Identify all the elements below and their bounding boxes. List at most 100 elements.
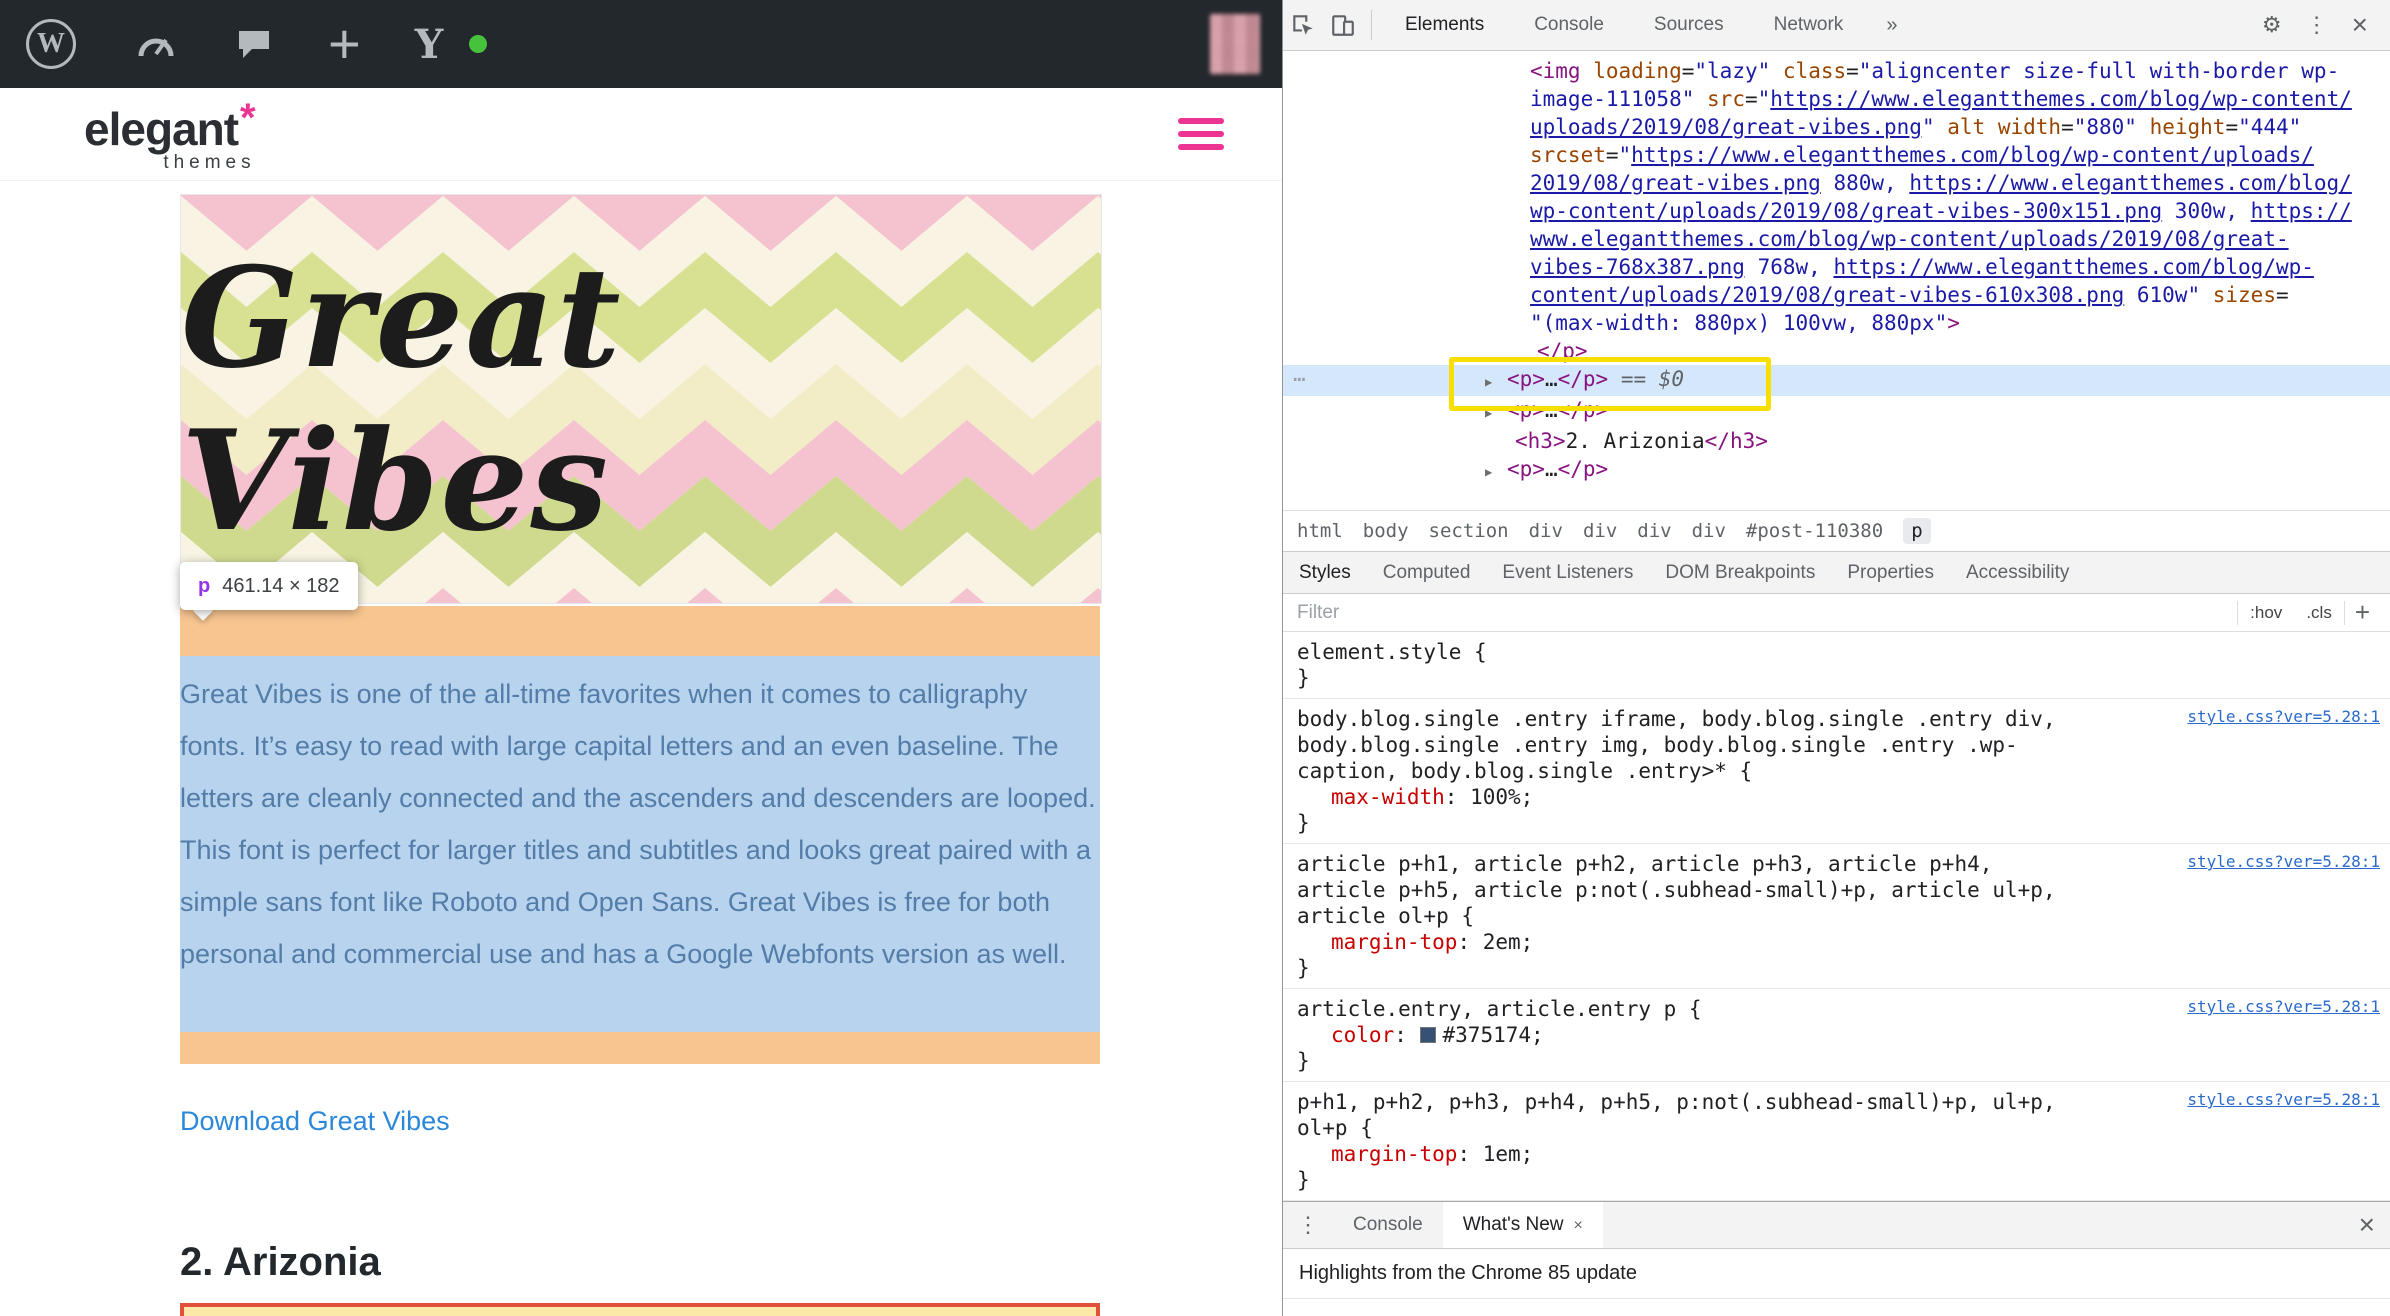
dom-tree-row[interactable]: srcset="https://www.elegantthemes.com/bl… (1283, 141, 2390, 169)
css-property[interactable]: color: #375174; (1297, 1022, 2390, 1048)
code-token: <p> (1507, 367, 1545, 391)
stylesheet-link[interactable]: style.css?ver=5.28:1 (2187, 707, 2380, 726)
tab-elements[interactable]: Elements (1380, 0, 1509, 50)
breadcrumb-item[interactable]: body (1363, 520, 1409, 542)
breadcrumb-item[interactable]: #post-110380 (1746, 520, 1883, 542)
code-token: <h3> (1515, 429, 1566, 453)
tab-event-listeners[interactable]: Event Listeners (1486, 552, 1649, 593)
dom-tree-row[interactable]: <h3>2. Arizonia</h3> (1283, 427, 2390, 455)
stylesheet-link[interactable]: style.css?ver=5.28:1 (2187, 997, 2380, 1016)
dom-tree-row[interactable]: ▶ <p>…</p> (1283, 455, 2390, 486)
code-token: "lazy" (1694, 59, 1771, 83)
overflow-menu-icon[interactable]: ⋯ (1293, 365, 1308, 393)
whats-new-headline[interactable]: Highlights from the Chrome 85 update (1283, 1249, 2390, 1299)
dom-tree-row[interactable]: "(max-width: 880px) 100vw, 880px"> (1283, 309, 2390, 337)
drawer-tab-what-s-new[interactable]: What's New × (1442, 1202, 1603, 1248)
css-property-value: 100%; (1470, 785, 1534, 809)
css-selector[interactable]: element.style { (1297, 639, 2390, 665)
dom-tree-row[interactable]: <img loading="lazy" class="aligncenter s… (1283, 57, 2390, 85)
element-classes-toggle[interactable]: .cls (2294, 603, 2344, 623)
code-token: height (2149, 115, 2226, 139)
tab-dom-breakpoints[interactable]: DOM Breakpoints (1649, 552, 1831, 593)
dom-tree-row[interactable]: www.elegantthemes.com/blog/wp-content/up… (1283, 225, 2390, 253)
drawer-tab-console[interactable]: Console (1333, 1202, 1443, 1248)
css-selector[interactable]: article ol+p { (1297, 903, 2390, 929)
settings-gear-icon[interactable]: ⚙ (2250, 12, 2294, 38)
color-swatch-icon[interactable] (1419, 1027, 1436, 1043)
inspect-element-icon[interactable] (1283, 0, 1323, 50)
margin-highlight-top (180, 606, 1100, 656)
css-selector[interactable]: article p+h5, article p:not(.subhead-sma… (1297, 877, 2390, 903)
article-paragraph: Great Vibes is one of the all-time favor… (180, 679, 1096, 969)
dom-tree-row[interactable]: </p> (1283, 337, 2390, 365)
dom-tree-row[interactable]: wp-content/uploads/2019/08/great-vibes-3… (1283, 197, 2390, 225)
css-closing-brace: } (1297, 1168, 1310, 1192)
code-token: "(max-width: 880px) 100vw, 880px" (1530, 311, 1948, 335)
css-selector[interactable]: caption, body.blog.single .entry>* { (1297, 758, 2390, 784)
code-token: content/uploads/2019/08/great-vibes-610x… (1530, 283, 2125, 307)
comments-icon[interactable] (236, 0, 274, 88)
dom-tree-row[interactable]: vibes-768x387.png 768w, https://www.eleg… (1283, 253, 2390, 281)
css-selector[interactable]: body.blog.single .entry img, body.blog.s… (1297, 732, 2390, 758)
stats-gauge-icon[interactable] (136, 0, 176, 88)
tab-sources[interactable]: Sources (1629, 0, 1749, 50)
css-property[interactable]: margin-top: 1em; (1297, 1141, 2390, 1167)
expand-arrow-icon[interactable]: ▶ (1485, 399, 1507, 427)
tab-computed[interactable]: Computed (1367, 552, 1487, 593)
yoast-seo-icon[interactable]: Y (415, 0, 444, 88)
dom-tree-row[interactable]: content/uploads/2019/08/great-vibes-610x… (1283, 281, 2390, 309)
download-link[interactable]: Download Great Vibes (180, 1106, 450, 1137)
elements-tree: <img loading="lazy" class="aligncenter s… (1283, 51, 2390, 510)
code-token: </p> (1537, 339, 1588, 363)
close-devtools-icon[interactable]: × (2340, 9, 2380, 41)
stylesheet-link[interactable]: style.css?ver=5.28:1 (2187, 852, 2380, 871)
breadcrumb-item[interactable]: div (1637, 520, 1671, 542)
dom-tree-row[interactable]: ⋯ ▶ <p>…</p> == $0 (1283, 365, 2390, 396)
expand-arrow-icon[interactable]: ▶ (1485, 368, 1507, 396)
next-article-image (180, 1303, 1100, 1316)
logo-word: elegant (84, 103, 239, 155)
dom-tree-row[interactable]: ▶ <p>…</p> (1283, 396, 2390, 427)
tab-accessibility[interactable]: Accessibility (1950, 552, 2085, 593)
close-tab-icon[interactable]: × (1573, 1217, 1582, 1234)
code-token: … (1544, 398, 1558, 422)
breadcrumb-item[interactable]: html (1297, 520, 1343, 542)
new-content-icon[interactable]: + (328, 0, 361, 88)
wordpress-logo-icon[interactable]: W (0, 0, 76, 88)
dom-tree-row[interactable]: image-111058" src="https://www.elegantth… (1283, 85, 2390, 113)
breadcrumb: html body section div div div div #post-110380 p (1283, 510, 2390, 551)
inspect-tooltip: p 461.14 × 182 (180, 562, 358, 610)
close-drawer-icon[interactable]: × (2343, 1209, 2390, 1241)
dom-tree-row[interactable]: 2019/08/great-vibes.png 880w, https://ww… (1283, 169, 2390, 197)
breadcrumb-item[interactable]: div (1692, 520, 1726, 542)
menu-hamburger-icon[interactable] (1178, 118, 1224, 157)
drawer-menu-icon[interactable]: ⋮ (1283, 1212, 1333, 1238)
hamburger-bar (1178, 144, 1224, 150)
expand-arrow-icon[interactable]: ▶ (1485, 458, 1507, 486)
device-toolbar-icon[interactable] (1323, 0, 1363, 50)
stylesheet-link[interactable]: style.css?ver=5.28:1 (2187, 1090, 2380, 1109)
breadcrumb-item[interactable]: section (1429, 520, 1509, 542)
pseudo-state-toggle[interactable]: :hov (2238, 603, 2294, 623)
filter-input[interactable]: Filter (1297, 602, 2237, 624)
more-tabs-icon[interactable]: » (1868, 14, 1915, 37)
css-selector[interactable]: ol+p { (1297, 1115, 2390, 1141)
user-avatar[interactable] (1210, 14, 1260, 74)
breadcrumb-item[interactable]: div (1583, 520, 1617, 542)
tab-console[interactable]: Console (1509, 0, 1629, 50)
css-property[interactable]: margin-top: 2em; (1297, 929, 2390, 955)
css-property-value: 2em; (1482, 930, 1534, 954)
code-token: "444" (2238, 115, 2302, 139)
new-style-rule-icon[interactable]: + (2345, 597, 2376, 628)
css-property[interactable]: max-width: 100%; (1297, 784, 2390, 810)
dom-tree-row[interactable]: uploads/2019/08/great-vibes.png" alt wid… (1283, 113, 2390, 141)
kebab-menu-icon[interactable]: ⋮ (2294, 12, 2340, 38)
section-heading: 2. Arizonia (180, 1240, 381, 1284)
breadcrumb-item[interactable]: p (1903, 518, 1931, 544)
tab-styles[interactable]: Styles (1283, 552, 1367, 593)
breadcrumb-item[interactable]: div (1529, 520, 1563, 542)
tab-properties[interactable]: Properties (1831, 552, 1950, 593)
site-logo[interactable]: elegant* themes (84, 96, 256, 174)
tab-network[interactable]: Network (1749, 0, 1869, 50)
css-closing-brace: } (1297, 666, 1310, 690)
